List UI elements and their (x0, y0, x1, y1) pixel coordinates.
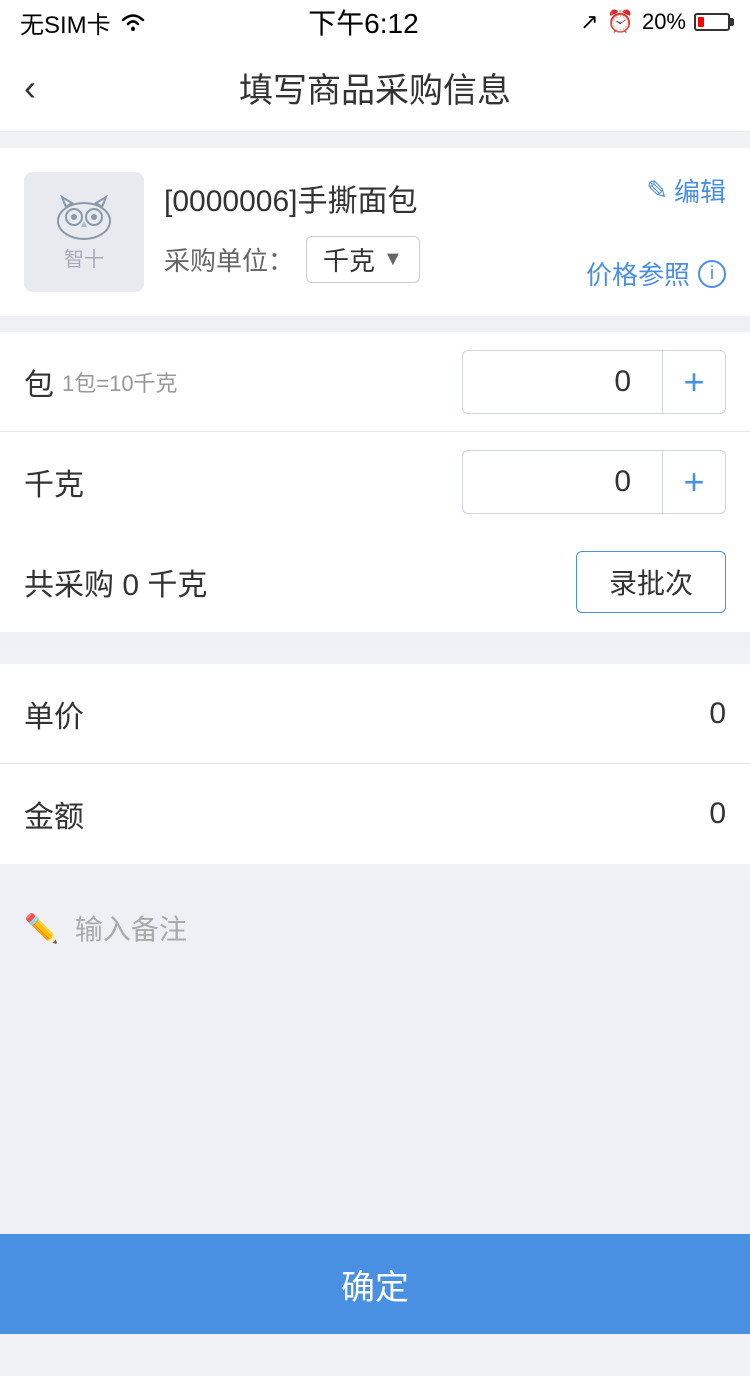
kg-label: 千克 (24, 460, 84, 504)
kg-plus-button[interactable]: + (662, 450, 726, 514)
kg-input[interactable] (462, 450, 662, 514)
price-section: 单价 0 金额 0 (0, 664, 750, 864)
amount-label: 金额 (24, 792, 84, 836)
status-time: 下午6:12 (308, 2, 419, 42)
summary-text: 共采购 0 千克 (24, 560, 207, 604)
bag-input-wrapper: + (462, 350, 726, 414)
kg-input-row: 千克 + (0, 432, 750, 532)
battery-icon (694, 13, 730, 31)
battery-percent: 20% (642, 9, 686, 35)
page-title: 填写商品采购信息 (239, 63, 511, 112)
carrier-text: 无SIM卡 (20, 5, 111, 40)
input-section: 包 1包=10千克 + 千克 + (0, 332, 750, 532)
summary-row: 共采购 0 千克 录批次 (0, 532, 750, 632)
plus-icon: + (683, 361, 704, 403)
batch-button[interactable]: 录批次 (576, 551, 726, 613)
plus-icon-2: + (683, 461, 704, 503)
section-divider-1 (0, 316, 750, 332)
amount-row: 金额 0 (0, 764, 750, 864)
unit-value: 千克 (323, 241, 375, 278)
wifi-icon (119, 12, 147, 32)
status-right: ↗ ⏰ 20% (580, 9, 730, 35)
unit-price-value: 0 (709, 697, 726, 731)
nav-bar: ‹ 填写商品采购信息 (0, 44, 750, 132)
footer[interactable]: 确定 (0, 1234, 750, 1334)
alarm-icon: ⏰ (607, 9, 634, 35)
unit-label: 采购单位： (164, 241, 294, 278)
edit-icon: ✎ (646, 175, 668, 206)
product-card: 智十 [0000006]手撕面包 采购单位： 千克 ▼ ✎ 编辑 价格参照 i (0, 148, 750, 316)
kg-input-wrapper: + (462, 450, 726, 514)
back-button[interactable]: ‹ (24, 67, 36, 109)
bag-label: 包 (24, 360, 54, 404)
pencil-icon: ✏️ (24, 912, 59, 945)
notes-placeholder: 输入备注 (75, 908, 187, 948)
logo-text: 智十 (64, 243, 104, 272)
info-icon: i (698, 260, 726, 288)
status-bar: 无SIM卡 下午6:12 ↗ ⏰ 20% (0, 0, 750, 44)
edit-button[interactable]: ✎ 编辑 (646, 172, 726, 209)
edit-label: 编辑 (674, 172, 726, 209)
bag-input[interactable] (462, 350, 662, 414)
price-ref-label: 价格参照 (586, 255, 690, 292)
unit-select[interactable]: 千克 ▼ (306, 236, 420, 283)
product-name: [0000006]手撕面包 (164, 176, 726, 220)
product-image: 智十 (24, 172, 144, 292)
unit-price-label: 单价 (24, 692, 84, 736)
price-ref-button[interactable]: 价格参照 i (586, 255, 726, 292)
bag-sublabel: 1包=10千克 (62, 366, 178, 398)
content-area (0, 976, 750, 1276)
bag-input-row: 包 1包=10千克 + (0, 332, 750, 432)
section-divider-2 (0, 632, 750, 648)
unit-price-row: 单价 0 (0, 664, 750, 764)
product-logo: 智十 (54, 193, 114, 272)
confirm-button[interactable]: 确定 (341, 1260, 409, 1309)
back-icon: ‹ (24, 67, 36, 108)
amount-value: 0 (709, 797, 726, 831)
logo-owl-icon (54, 193, 114, 243)
notes-section[interactable]: ✏️ 输入备注 (0, 880, 750, 976)
location-icon: ↗ (580, 9, 598, 35)
status-left: 无SIM卡 (20, 5, 147, 40)
bag-plus-button[interactable]: + (662, 350, 726, 414)
chevron-down-icon: ▼ (383, 248, 403, 271)
